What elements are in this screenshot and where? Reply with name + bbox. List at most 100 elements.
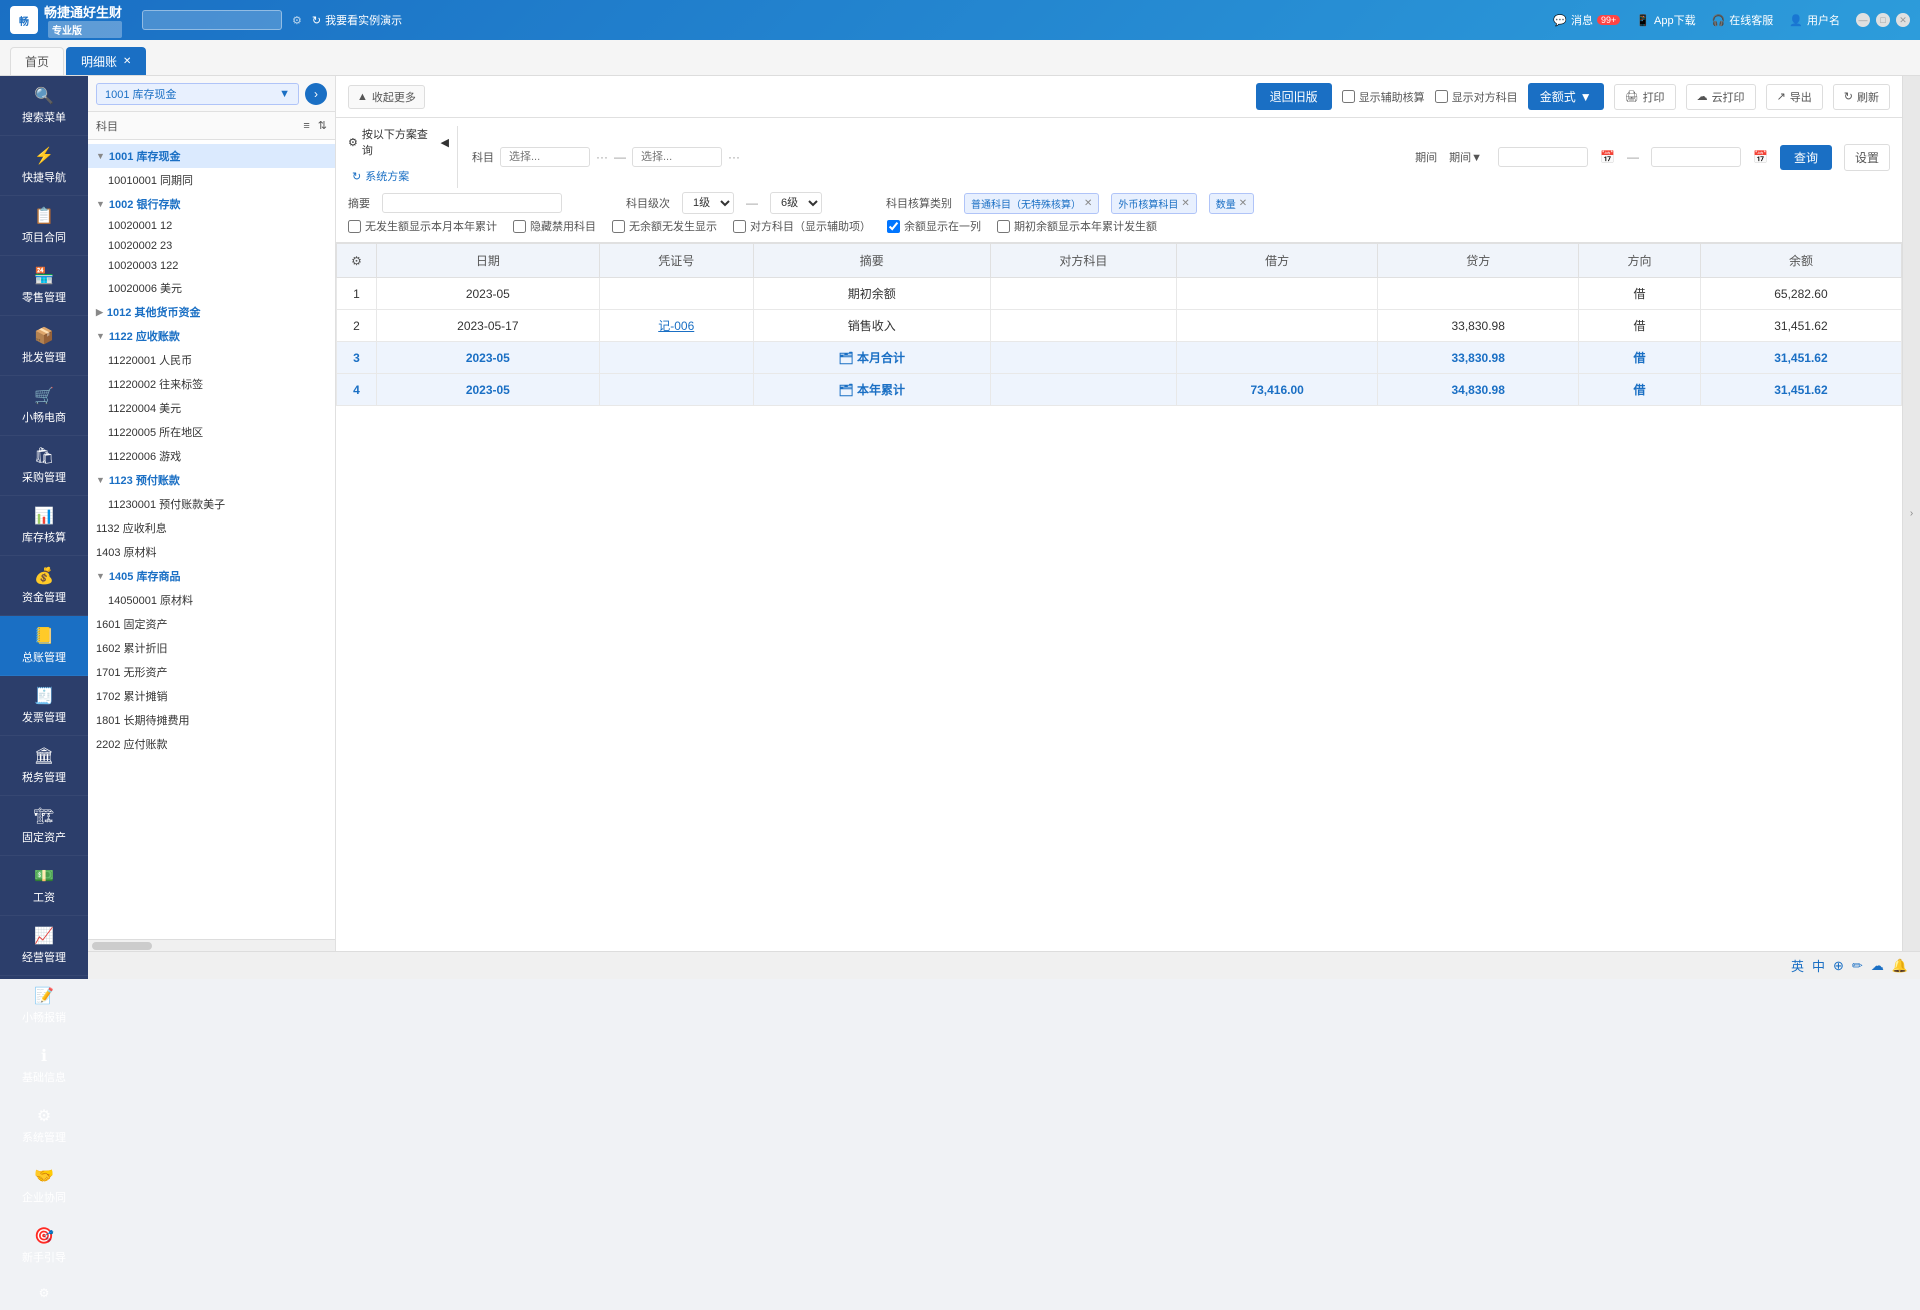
- subject-end-input[interactable]: [632, 147, 722, 167]
- tree-item-11220006[interactable]: 11220006 游戏: [88, 444, 335, 468]
- sidebar-item-search[interactable]: 🔍 搜索菜单: [0, 76, 88, 136]
- level-to-select[interactable]: 6级: [770, 192, 822, 214]
- sidebar-item-contract[interactable]: 📋 项目合同: [0, 196, 88, 256]
- tree-item-11220002[interactable]: 11220002 往来标签: [88, 372, 335, 396]
- tree-item-2202[interactable]: 2202 应付账款: [88, 732, 335, 756]
- tree-item-1132[interactable]: 1132 应收利息: [88, 516, 335, 540]
- account-next-btn[interactable]: ›: [305, 83, 327, 105]
- query-btn[interactable]: 查询: [1780, 145, 1832, 170]
- settings-btn[interactable]: 设置: [1844, 144, 1890, 171]
- sidebar-item-retail[interactable]: 🏪 零售管理: [0, 256, 88, 316]
- account-selector[interactable]: 1001 库存现金 ▼: [96, 83, 299, 105]
- sidebar-settings-btn[interactable]: ⚙: [0, 1276, 88, 1310]
- edit-icon[interactable]: ✏: [1852, 958, 1863, 974]
- tree-item-10020006[interactable]: 10020006 美元: [88, 276, 335, 300]
- tree-item-14050001[interactable]: 14050001 原材料: [88, 588, 335, 612]
- sidebar-item-guide[interactable]: 🎯 新手引导: [0, 1216, 88, 1276]
- query-system-method[interactable]: ↻ 系统方案: [348, 164, 449, 188]
- sidebar-item-system[interactable]: ⚙ 系统管理: [0, 1096, 88, 1156]
- top-search-input[interactable]: [142, 10, 282, 30]
- check-contra[interactable]: 对方科目（显示辅助项）: [733, 218, 871, 234]
- left-panel-scrollbar[interactable]: [88, 939, 335, 951]
- cloud-sync-icon[interactable]: ☁: [1871, 958, 1884, 974]
- calendar-end-icon[interactable]: 📅: [1753, 150, 1768, 164]
- show-contra-check[interactable]: 显示对方科目: [1435, 89, 1518, 105]
- print-btn[interactable]: 🖨 打印: [1614, 84, 1676, 110]
- add-btn[interactable]: ⊕: [1833, 958, 1844, 974]
- refresh-btn[interactable]: ↻ 刷新: [1833, 84, 1890, 110]
- online-service-btn[interactable]: 🎧 在线客服: [1712, 12, 1774, 28]
- notification-icon[interactable]: 🔔: [1892, 958, 1908, 974]
- tree-item-11220001[interactable]: 11220001 人民币: [88, 348, 335, 372]
- checkbox-opening[interactable]: [997, 220, 1010, 233]
- tree-item-1122[interactable]: ▼ 1122 应收账款: [88, 324, 335, 348]
- sidebar-item-collab[interactable]: 🤝 企业协同: [0, 1156, 88, 1216]
- period-end-input[interactable]: 2023-05: [1651, 147, 1741, 167]
- show-aux-check[interactable]: 显示辅助核算: [1342, 89, 1425, 105]
- checkbox-contra[interactable]: [733, 220, 746, 233]
- tag-remove-normal[interactable]: ✕: [1084, 198, 1092, 209]
- collapse-query-icon[interactable]: ◀: [441, 136, 449, 149]
- tree-item-1001[interactable]: ▼ 1001 库存现金: [88, 144, 335, 168]
- sidebar-item-operations[interactable]: 📈 经营管理: [0, 916, 88, 976]
- translate-btn[interactable]: 英: [1791, 956, 1804, 975]
- tree-item-11220005[interactable]: 11220005 所在地区: [88, 420, 335, 444]
- tree-item-10020001[interactable]: 10020001 12: [88, 216, 335, 236]
- summary-input[interactable]: [382, 193, 562, 213]
- tree-item-1123[interactable]: ▼ 1123 预付账款: [88, 468, 335, 492]
- check-no-amount[interactable]: 无发生额显示本月本年累计: [348, 218, 497, 234]
- tab-home[interactable]: 首页: [10, 47, 64, 75]
- message-btn[interactable]: 💬 消息 99+: [1553, 12, 1620, 28]
- window-maximize-btn[interactable]: □: [1876, 13, 1890, 27]
- tree-item-1601[interactable]: 1601 固定资产: [88, 612, 335, 636]
- sidebar-item-purchase[interactable]: 🛍 采购管理: [0, 436, 88, 496]
- tree-item-1801[interactable]: 1801 长期待摊费用: [88, 708, 335, 732]
- lang-btn[interactable]: 中: [1812, 956, 1825, 975]
- sidebar-item-inventory[interactable]: 📊 库存核算: [0, 496, 88, 556]
- tag-remove-foreign[interactable]: ✕: [1181, 198, 1189, 209]
- checkbox-balance-one-col[interactable]: [887, 220, 900, 233]
- tree-item-11220004[interactable]: 11220004 美元: [88, 396, 335, 420]
- sidebar-item-assets[interactable]: 🏗 固定资产: [0, 796, 88, 856]
- checkbox-no-balance[interactable]: [612, 220, 625, 233]
- sidebar-item-basic[interactable]: ℹ 基础信息: [0, 1036, 88, 1096]
- window-close-btn[interactable]: ✕: [1896, 13, 1910, 27]
- level-from-select[interactable]: 1级: [682, 192, 734, 214]
- check-opening[interactable]: 期初余额显示本年累计发生额: [997, 218, 1157, 234]
- sidebar-item-salary[interactable]: 💵 工资: [0, 856, 88, 916]
- sidebar-item-expense[interactable]: 📝 小畅报销: [0, 976, 88, 1036]
- tree-item-1602[interactable]: 1602 累计折旧: [88, 636, 335, 660]
- demo-link[interactable]: ↻ 我要看实例演示: [312, 12, 402, 28]
- tree-item-10010001[interactable]: 10010001 同期同: [88, 168, 335, 192]
- tab-close-icon[interactable]: ✕: [123, 56, 131, 67]
- tree-expand-icon[interactable]: ⇅: [318, 119, 327, 132]
- checkbox-hide-disabled[interactable]: [513, 220, 526, 233]
- tree-sort-icon[interactable]: ≡: [303, 120, 309, 132]
- sidebar-item-cashflow[interactable]: 💰 资金管理: [0, 556, 88, 616]
- tree-item-10020003[interactable]: 10020003 122: [88, 256, 335, 276]
- export-btn[interactable]: ↗ 导出: [1766, 84, 1823, 110]
- sidebar-item-ledger[interactable]: 📒 总账管理: [0, 616, 88, 676]
- calendar-start-icon[interactable]: 📅: [1600, 150, 1615, 164]
- sidebar-item-wholesale[interactable]: 📦 批发管理: [0, 316, 88, 376]
- check-no-balance[interactable]: 无余额无发生显示: [612, 218, 717, 234]
- settings-icon[interactable]: ⚙: [292, 14, 302, 27]
- contra-checkbox[interactable]: [1435, 90, 1448, 103]
- sidebar-item-invoice[interactable]: 🧾 发票管理: [0, 676, 88, 736]
- user-avatar-btn[interactable]: 👤 用户名: [1789, 12, 1840, 28]
- subject-input[interactable]: [500, 147, 590, 167]
- checkbox-no-amount[interactable]: [348, 220, 361, 233]
- gear-icon[interactable]: ⚙: [351, 254, 362, 268]
- period-start-input[interactable]: 2023-05: [1498, 147, 1588, 167]
- voucher-link[interactable]: 记-006: [658, 319, 694, 333]
- tree-item-1403[interactable]: 1403 原材料: [88, 540, 335, 564]
- tree-item-10020002[interactable]: 10020002 23: [88, 236, 335, 256]
- tree-item-1012[interactable]: ▶ 1012 其他货币资金: [88, 300, 335, 324]
- check-hide-disabled[interactable]: 隐藏禁用科目: [513, 218, 596, 234]
- sidebar-item-tax[interactable]: 🏛 税务管理: [0, 736, 88, 796]
- return-old-btn[interactable]: 退回旧版: [1256, 83, 1332, 110]
- collapse-more-btn[interactable]: ▲ 收起更多: [348, 85, 425, 109]
- tab-detail[interactable]: 明细账 ✕: [66, 47, 146, 75]
- sidebar-item-quicknav[interactable]: ⚡ 快捷导航: [0, 136, 88, 196]
- settings-icon-query[interactable]: ⚙: [348, 136, 358, 149]
